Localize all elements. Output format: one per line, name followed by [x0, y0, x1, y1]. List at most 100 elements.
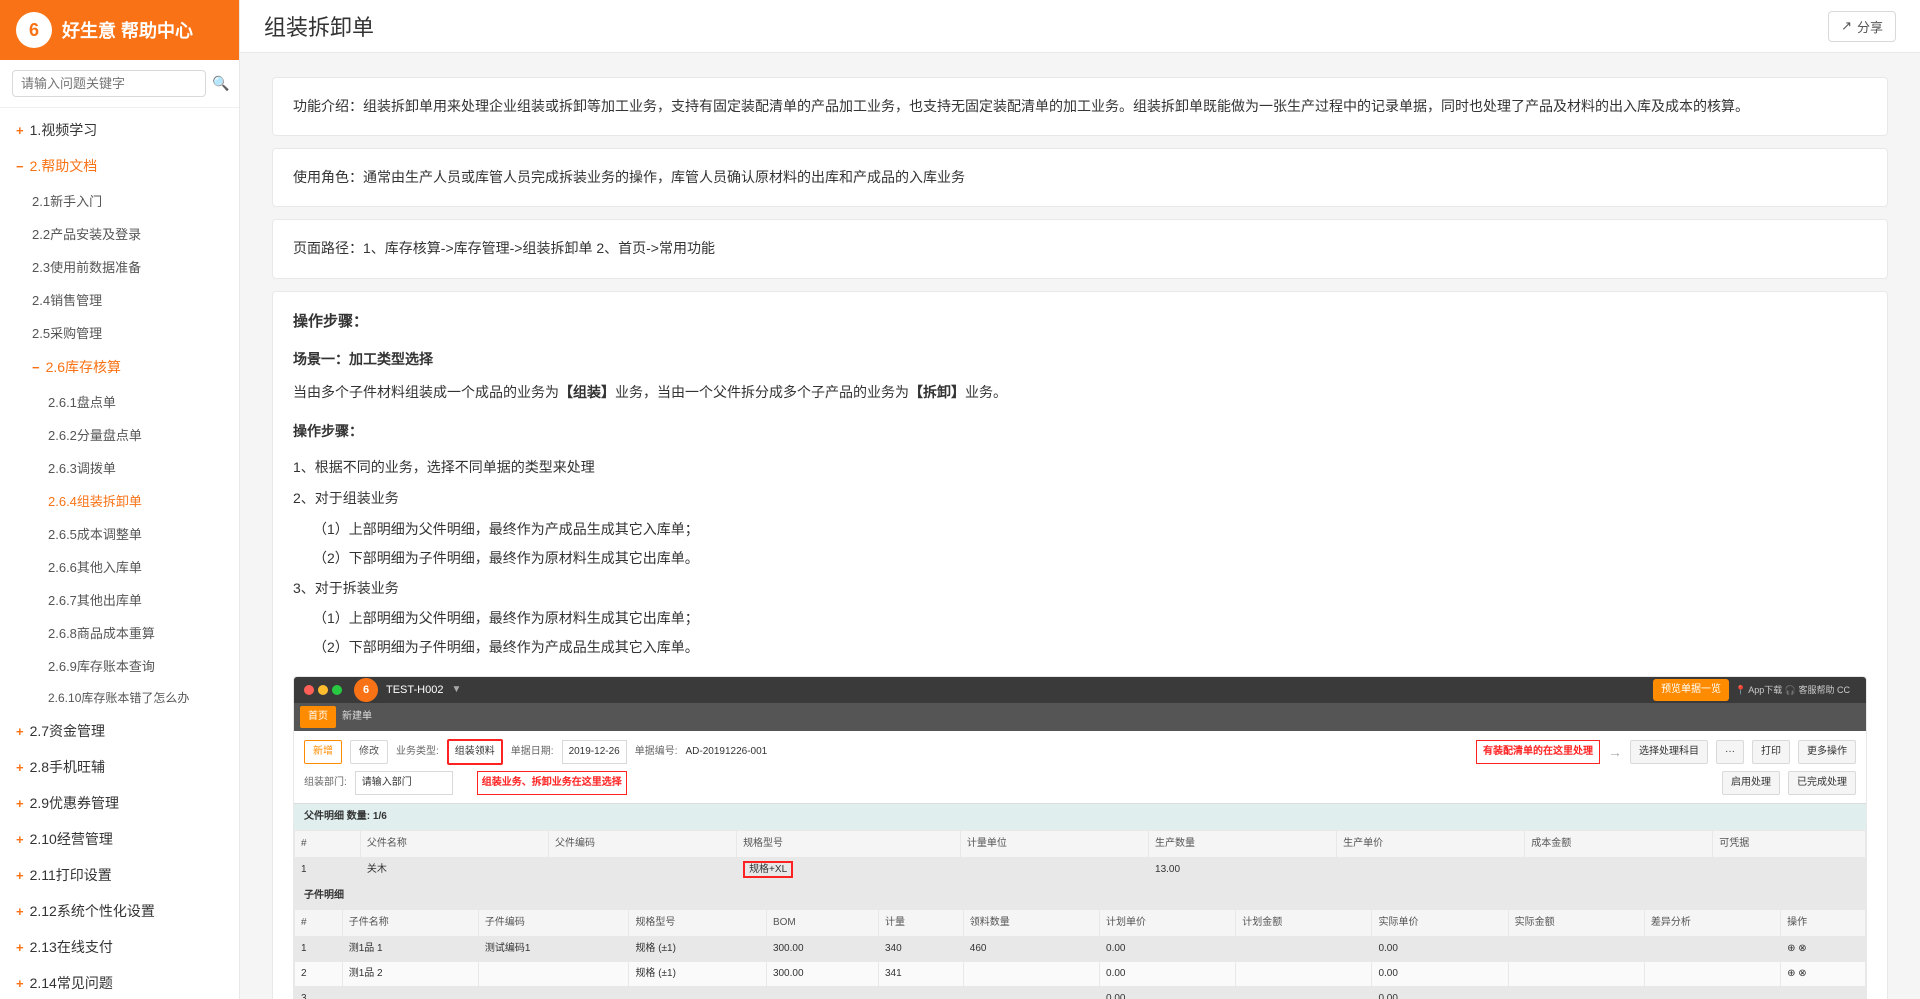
mock-no-value: AD-20191226-001	[686, 743, 768, 761]
mock-close-btn	[304, 685, 314, 695]
mock-th-unit: 计量单位	[960, 831, 1148, 858]
plus-icon-2-9: +	[16, 796, 24, 811]
sidebar-item-2-14[interactable]: + 2.14常见问题	[0, 965, 239, 999]
mock-th-parent-code: 父件编码	[548, 831, 736, 858]
mock-type-label: 业务类型:	[396, 743, 439, 761]
mock-annotation-processing: 有装配清单的在这里处理	[1476, 740, 1600, 764]
table-row: 1 测1品 1 测试编码1 规格 (±1) 300.00 340 460 0.0…	[295, 937, 1866, 962]
mock-td-7	[1337, 858, 1525, 883]
collapse-icon: −	[16, 159, 24, 174]
mock-logo: 6	[354, 678, 378, 702]
mock-titlebar-content: 6 TEST-H002 ▼ 预览单据一览 📍 App下载 🎧 客服帮助 CC	[348, 678, 1856, 702]
mock-form-row-1: 新增 修改 业务类型: 组装领料 单据日期: 2019-12-26 单据编号: …	[304, 739, 1856, 765]
sidebar-item-2-6-2[interactable]: 2.6.2分量盘点单	[0, 418, 239, 451]
mock-title-text: TEST-H002	[386, 681, 443, 701]
path-text: 页面路径：1、库存核算->库存管理->组装拆卸单 2、首页->常用功能	[293, 236, 1867, 261]
mock-tab-new[interactable]: 新增	[304, 740, 342, 764]
sidebar-item-2-6-6[interactable]: 2.6.6其他入库单	[0, 550, 239, 583]
mock-type-value[interactable]: 组装领料	[447, 739, 503, 765]
sidebar-item-2-5[interactable]: 2.5采购管理	[0, 316, 239, 349]
sidebar-item-2-13[interactable]: + 2.13在线支付	[0, 929, 239, 965]
mock-dept-input[interactable]: 请输入部门	[355, 771, 453, 795]
mock-date-label: 单据日期:	[511, 743, 554, 761]
plus-icon-2-13: +	[16, 940, 24, 955]
mock-td-6: 13.00	[1149, 858, 1337, 883]
sidebar-item-2-8[interactable]: + 2.8手机旺辅	[0, 749, 239, 785]
sidebar-item-2-7[interactable]: + 2.7资金管理	[0, 713, 239, 749]
mock-title-right: 预览单据一览 📍 App下载 🎧 客服帮助 CC	[1653, 679, 1850, 701]
mock-more-btn[interactable]: ···	[1716, 740, 1744, 764]
sidebar-item-1[interactable]: + 1.视频学习	[0, 112, 239, 148]
sidebar-header: 6 好生意 帮助中心	[0, 0, 239, 60]
sidebar-item-2-6-4[interactable]: 2.6.4组装拆卸单	[0, 484, 239, 517]
mock-confirm-btn[interactable]: 已完成处理	[1788, 771, 1856, 795]
mock-min-btn	[318, 685, 328, 695]
mock-upper-table: # 父件名称 父件编码 规格型号 计量单位 生产数量 生产单价 成本金额 可凭据	[294, 830, 1866, 883]
sidebar-item-2-6-9[interactable]: 2.6.9库存账本查询	[0, 649, 239, 682]
mock-th-qty: 生产数量	[1149, 831, 1337, 858]
search-button[interactable]: 🔍	[212, 75, 229, 92]
mock-tab-home: 首页	[300, 706, 336, 728]
content-area: 功能介绍：组装拆卸单用来处理企业组装或拆卸等加工业务，支持有固定装配清单的产品加…	[240, 53, 1920, 999]
mock-tab-edit[interactable]: 修改	[350, 740, 388, 764]
mock-th-price: 生产单价	[1337, 831, 1525, 858]
sidebar-item-2-12[interactable]: + 2.12系统个性化设置	[0, 893, 239, 929]
mock-screen: 6 TEST-H002 ▼ 预览单据一览 📍 App下载 🎧 客服帮助 CC	[294, 677, 1866, 999]
sidebar-item-2-6-7[interactable]: 2.6.7其他出库单	[0, 583, 239, 616]
topbar: 组装拆卸单 ↗ 分享	[240, 0, 1920, 53]
mock-lower-table: # 子件名称 子件编码 规格型号 BOM 计量 领料数量 计划单价 计划金额	[294, 909, 1866, 999]
sidebar-item-2-6-8[interactable]: 2.6.8商品成本重算	[0, 616, 239, 649]
sidebar-item-2-6-5[interactable]: 2.6.5成本调整单	[0, 517, 239, 550]
sidebar-item-2-6-10[interactable]: 2.6.10库存账本错了怎么办	[0, 682, 239, 713]
table-row: 2 测1品 2 规格 (±1) 300.00 341 0.00 0.0	[295, 962, 1866, 987]
plus-icon-2-8: +	[16, 760, 24, 775]
operations-block: 操作步骤： 场景一：加工类型选择 当由多个子件材料组装成一个成品的业务为【组装】…	[272, 291, 1888, 999]
mock-td-1: 1	[295, 858, 361, 883]
mock-th-parent-name: 父件名称	[360, 831, 548, 858]
step3-sub2: （2）下部明细为子件明细，最终作为产成品生成其它入库单。	[293, 633, 1867, 662]
step2: 2、对于组装业务	[293, 483, 1867, 514]
mock-td-3	[548, 858, 736, 883]
share-icon: ↗	[1841, 18, 1852, 34]
mock-print-btn[interactable]: 打印	[1752, 740, 1790, 764]
mock-lower-table-header: # 子件名称 子件编码 规格型号 BOM 计量 领料数量 计划单价 计划金额	[295, 910, 1866, 937]
search-input[interactable]	[12, 70, 206, 97]
sidebar-item-2-6-1[interactable]: 2.6.1盘点单	[0, 385, 239, 418]
sidebar-item-2-1[interactable]: 2.1新手入门	[0, 184, 239, 217]
mock-upper-table-wrapper: # 父件名称 父件编码 规格型号 计量单位 生产数量 生产单价 成本金额 可凭据	[294, 830, 1866, 883]
mock-th-num: #	[295, 831, 361, 858]
step3: 3、对于拆装业务	[293, 573, 1867, 604]
mock-more2-btn[interactable]: 更多操作	[1798, 740, 1856, 764]
sidebar: 6 好生意 帮助中心 🔍 + 1.视频学习 − 2.帮助文档 2.1新手入门 2…	[0, 0, 240, 999]
plus-icon-2-14: +	[16, 976, 24, 991]
sidebar-item-2-2[interactable]: 2.2产品安装及登录	[0, 217, 239, 250]
mock-form-section: 新增 修改 业务类型: 组装领料 单据日期: 2019-12-26 单据编号: …	[294, 731, 1866, 804]
scene1-desc: 当由多个子件材料组装成一个成品的业务为【组装】业务，当由一个父件拆分成多个子产品…	[293, 380, 1867, 405]
mock-form-row-2: 组装部门: 请输入部门 组装业务、拆卸业务在这里选择 启用处理 已完成处理	[304, 771, 1856, 795]
mock-th-cost: 成本金额	[1525, 831, 1713, 858]
sidebar-item-2-3[interactable]: 2.3使用前数据准备	[0, 250, 239, 283]
step2-sub1: （1）上部明细为父件明细，最终作为产成品生成其它入库单；	[293, 515, 1867, 544]
mock-max-btn	[332, 685, 342, 695]
mock-choose-btn[interactable]: 选择处理科目	[1630, 740, 1708, 764]
sidebar-item-2[interactable]: − 2.帮助文档	[0, 148, 239, 184]
sidebar-item-2-6[interactable]: − 2.6库存核算	[0, 349, 239, 385]
sidebar-item-2-11[interactable]: + 2.11打印设置	[0, 857, 239, 893]
share-button[interactable]: ↗ 分享	[1828, 11, 1896, 42]
plus-icon-2-12: +	[16, 904, 24, 919]
sidebar-item-2-10[interactable]: + 2.10经营管理	[0, 821, 239, 857]
mock-lower-label: 子件明细	[294, 883, 1866, 909]
mock-upper-label-text: 父件明细 数量: 1/6	[304, 808, 387, 826]
sidebar-item-2-6-3[interactable]: 2.6.3调拨单	[0, 451, 239, 484]
role-text: 使用角色：通常由生产人员或库管人员完成拆装业务的操作，库管人员确认原材料的出库和…	[293, 165, 1867, 190]
mock-upper-label: 父件明细 数量: 1/6	[294, 804, 1866, 830]
sidebar-item-2-4[interactable]: 2.4销售管理	[0, 283, 239, 316]
logo-icon: 6	[16, 12, 52, 48]
mock-window-titlebar: 6 TEST-H002 ▼ 预览单据一览 📍 App下载 🎧 客服帮助 CC	[294, 677, 1866, 703]
plus-icon-2-11: +	[16, 868, 24, 883]
plus-icon-2-7: +	[16, 724, 24, 739]
sidebar-item-2-9[interactable]: + 2.9优惠券管理	[0, 785, 239, 821]
mock-title-dropdown: ▼	[451, 681, 461, 699]
main-area: 组装拆卸单 ↗ 分享 功能介绍：组装拆卸单用来处理企业组装或拆卸等加工业务，支持…	[240, 0, 1920, 999]
mock-icons-right: 📍 App下载 🎧 客服帮助 CC	[1735, 682, 1850, 698]
